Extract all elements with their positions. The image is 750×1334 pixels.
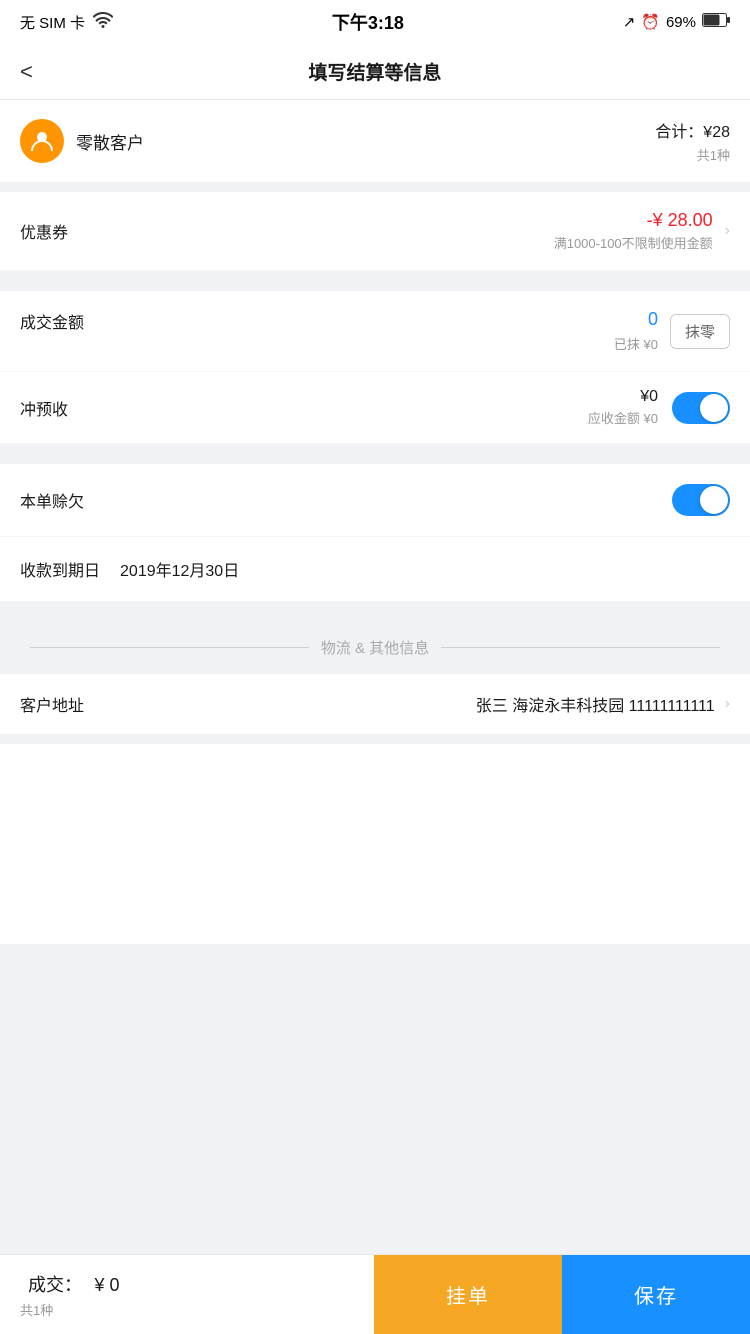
address-chevron-icon: › (725, 695, 730, 713)
due-date-row[interactable]: 收款到期日 2019年12月30日 (0, 536, 750, 601)
bottom-deal-value: ¥ 0 (94, 1275, 119, 1295)
deal-amount-label: 成交金额 (20, 309, 84, 333)
status-left: 无 SIM 卡 (20, 12, 113, 33)
coupon-card: 优惠券 -¥ 28.00 满1000-100不限制使用金额 › (0, 192, 750, 271)
logistics-section: 物流 & 其他信息 (0, 621, 750, 674)
round-zero-button[interactable]: 抹零 (670, 314, 730, 349)
location-icon: ↗ (623, 13, 636, 31)
chong-values: ¥0 应收金额 ¥0 (588, 388, 658, 427)
deal-amount-row: 成交金额 0 已抹 ¥0 抹零 (0, 291, 750, 372)
debt-label: 本单赊欠 (20, 488, 84, 512)
deal-amount-sub: 已抹 ¥0 (614, 334, 658, 353)
coupon-right: -¥ 28.00 满1000-100不限制使用金额 › (554, 210, 730, 252)
debt-row: 本单赊欠 (0, 464, 750, 536)
alarm-icon: ⏰ (641, 13, 660, 31)
battery-label: 69% (666, 14, 696, 31)
coupon-chevron-icon: › (725, 222, 730, 240)
customer-left: 零散客户 (20, 119, 144, 163)
status-bar: 无 SIM 卡 下午3:18 ↗ ⏰ 69% (0, 0, 750, 44)
deal-amount-value[interactable]: 0 (614, 309, 658, 330)
debt-toggle-knob (700, 486, 728, 514)
coupon-discount: -¥ 28.00 (554, 210, 713, 231)
bottom-count: 共1种 (20, 1300, 354, 1319)
coupon-sub: 满1000-100不限制使用金额 (554, 233, 713, 252)
customer-avatar (20, 119, 64, 163)
coupon-value-wrap: -¥ 28.00 满1000-100不限制使用金额 (554, 210, 713, 252)
page-title: 填写结算等信息 (308, 58, 441, 85)
bottom-deal-row: 成交： ¥ 0 (20, 1271, 354, 1297)
due-date-value: 2019年12月30日 (120, 557, 239, 581)
divider-line-left (30, 647, 309, 648)
back-button[interactable]: < (20, 59, 33, 85)
toggle-knob (700, 394, 728, 422)
customer-total: 合计：¥28 (655, 118, 730, 142)
deal-amount-card: 成交金额 0 已抹 ¥0 抹零 冲预收 ¥0 应收金额 ¥0 (0, 291, 750, 444)
save-button[interactable]: 保存 (562, 1255, 750, 1334)
logistics-divider: 物流 & 其他信息 (0, 637, 750, 658)
address-row[interactable]: 客户地址 张三 海淀永丰科技园 11111111111 › (0, 674, 750, 734)
divider-line-right (441, 647, 720, 648)
empty-content-area (0, 744, 750, 944)
customer-name: 零散客户 (76, 129, 144, 154)
address-card: 客户地址 张三 海淀永丰科技园 11111111111 › (0, 674, 750, 734)
logistics-label: 物流 & 其他信息 (321, 637, 429, 658)
debt-toggle[interactable] (672, 484, 730, 516)
battery-icon (702, 13, 730, 31)
bottom-bar: 成交： ¥ 0 共1种 挂单 保存 (0, 1254, 750, 1334)
address-value: 张三 海淀永丰科技园 11111111111 (104, 692, 715, 716)
nav-bar: < 填写结算等信息 (0, 44, 750, 100)
debt-card: 本单赊欠 收款到期日 2019年12月30日 (0, 464, 750, 601)
customer-count: 共1种 (655, 145, 730, 164)
coupon-label: 优惠券 (20, 219, 68, 243)
hang-button[interactable]: 挂单 (374, 1255, 562, 1334)
coupon-row[interactable]: 优惠券 -¥ 28.00 满1000-100不限制使用金额 › (0, 192, 750, 271)
chong-toggle[interactable] (672, 392, 730, 424)
customer-row: 零散客户 合计：¥28 共1种 (0, 100, 750, 182)
section-divider-3 (0, 611, 750, 621)
chong-label: 冲预收 (20, 396, 68, 420)
customer-card: 零散客户 合计：¥28 共1种 (0, 100, 750, 182)
chong-pre-collect-row: 冲预收 ¥0 应收金额 ¥0 (0, 372, 750, 444)
deal-amount-wrap: 0 已抹 ¥0 (614, 309, 658, 353)
status-time: 下午3:18 (332, 9, 404, 35)
chong-amount: ¥0 (588, 388, 658, 406)
bottom-summary: 成交： ¥ 0 共1种 (0, 1271, 374, 1319)
address-label: 客户地址 (20, 692, 84, 716)
sim-label: 无 SIM 卡 (20, 12, 85, 33)
due-date-label: 收款到期日 (20, 557, 100, 581)
status-right: ↗ ⏰ 69% (623, 13, 730, 31)
chong-sub: 应收金额 ¥0 (588, 408, 658, 427)
main-content: 零散客户 合计：¥28 共1种 优惠券 -¥ 28.00 满1000-100不限… (0, 100, 750, 1054)
wifi-icon (93, 12, 113, 32)
section-divider-1 (0, 281, 750, 291)
chong-right: ¥0 应收金额 ¥0 (588, 388, 730, 427)
deal-right: 0 已抹 ¥0 抹零 (614, 309, 730, 353)
bottom-deal-label: 成交： (28, 1275, 82, 1295)
customer-right: 合计：¥28 共1种 (655, 118, 730, 164)
section-divider-2 (0, 454, 750, 464)
